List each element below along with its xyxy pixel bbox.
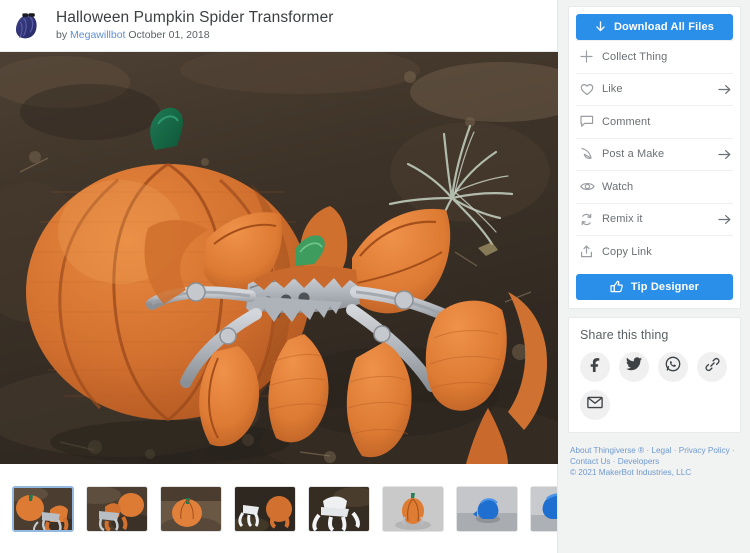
arrow-right-icon bbox=[718, 214, 731, 225]
post-a-make-row[interactable]: Post a Make bbox=[576, 137, 733, 171]
download-all-files-label: Download All Files bbox=[613, 21, 715, 33]
footer-link-legal[interactable]: Legal bbox=[651, 446, 671, 455]
share-twitter-button[interactable] bbox=[619, 351, 649, 382]
user-avatar-sunglasses-icon bbox=[15, 12, 37, 38]
footer-link-developers[interactable]: Developers bbox=[618, 457, 659, 466]
footer-sep: · bbox=[671, 445, 679, 455]
blue-print-closeup-thumb bbox=[531, 486, 557, 531]
avatar[interactable] bbox=[8, 6, 48, 46]
thumbnail-1[interactable] bbox=[86, 485, 148, 532]
pumpkin-and-spider-on-soil-thumb bbox=[14, 487, 72, 530]
byline-prefix: by bbox=[56, 29, 71, 41]
tip-designer-label: Tip Designer bbox=[630, 280, 700, 293]
share-upload-icon bbox=[580, 245, 602, 258]
facebook-icon bbox=[588, 357, 603, 377]
main-content-column: Halloween Pumpkin Spider Transformer by … bbox=[0, 0, 558, 553]
eye-icon bbox=[580, 181, 602, 192]
white-spider-and-pumpkin-thumb bbox=[235, 486, 295, 531]
like-row[interactable]: Like bbox=[576, 72, 733, 106]
footer-link-contact[interactable]: Contact Us bbox=[570, 457, 611, 466]
collect-thing-row[interactable]: Collect Thing bbox=[576, 40, 733, 73]
link-icon bbox=[704, 357, 720, 377]
email-icon bbox=[587, 396, 603, 414]
thingiverse-thing-page: Halloween Pumpkin Spider Transformer by … bbox=[0, 0, 750, 553]
site-footer: About Thingiverse ® · Legal · Privacy Po… bbox=[568, 441, 741, 478]
watch-label: Watch bbox=[602, 180, 634, 193]
download-arrow-icon bbox=[595, 21, 606, 33]
footer-link-about[interactable]: About Thingiverse ® bbox=[570, 446, 644, 455]
footer-sep: · bbox=[729, 445, 735, 455]
remix-it-label: Remix it bbox=[602, 213, 643, 226]
thumbnail-3[interactable] bbox=[234, 485, 296, 532]
share-link-button[interactable] bbox=[697, 351, 727, 382]
thumbnail-2[interactable] bbox=[160, 485, 222, 532]
author-link[interactable]: Megawillbot bbox=[70, 29, 125, 41]
share-facebook-button[interactable] bbox=[580, 351, 610, 382]
post-a-make-label: Post a Make bbox=[602, 148, 665, 161]
comment-row[interactable]: Comment bbox=[576, 105, 733, 138]
thumbs-up-icon bbox=[610, 280, 623, 293]
thumbnail-6[interactable] bbox=[456, 485, 518, 532]
tip-designer-wrapper: Tip Designer bbox=[576, 268, 733, 300]
spider-closeup-on-soil-thumb bbox=[87, 486, 147, 531]
heart-icon bbox=[580, 83, 602, 96]
share-email-button[interactable] bbox=[580, 389, 610, 420]
footer-link-privacy[interactable]: Privacy Policy bbox=[679, 446, 730, 455]
remix-refresh-icon bbox=[580, 213, 602, 226]
download-all-files-button[interactable]: Download All Files bbox=[576, 14, 733, 40]
closed-pumpkin-on-soil-thumb bbox=[161, 486, 221, 531]
publish-date: October 01, 2018 bbox=[128, 29, 210, 41]
arrow-right-icon bbox=[718, 84, 731, 95]
twitter-icon bbox=[626, 357, 642, 376]
remix-it-row[interactable]: Remix it bbox=[576, 202, 733, 236]
orange-pumpkin-studio-shot-thumb bbox=[383, 486, 443, 531]
thing-header: Halloween Pumpkin Spider Transformer by … bbox=[0, 0, 557, 52]
footer-copyright: © 2021 MakerBot Industries, LLC bbox=[570, 467, 692, 477]
share-card: Share this thing bbox=[568, 316, 741, 433]
thumbnail-5[interactable] bbox=[382, 485, 444, 532]
copy-link-label: Copy Link bbox=[602, 245, 652, 258]
like-label: Like bbox=[602, 83, 623, 96]
arrow-right-icon bbox=[718, 149, 731, 160]
thumbnail-strip[interactable] bbox=[0, 464, 557, 553]
thumbnail-0[interactable] bbox=[12, 485, 74, 532]
plus-icon bbox=[580, 50, 602, 63]
blue-print-on-gray-table-thumb bbox=[457, 486, 517, 531]
page-title: Halloween Pumpkin Spider Transformer bbox=[56, 9, 334, 26]
thumbnail-4[interactable] bbox=[308, 485, 370, 532]
header-text-block: Halloween Pumpkin Spider Transformer by … bbox=[56, 8, 334, 43]
share-icons bbox=[580, 351, 730, 420]
share-whatsapp-button[interactable] bbox=[658, 351, 688, 382]
thing-actions-card: Download All Files Collect Thing Like Co… bbox=[568, 6, 741, 309]
hero-image[interactable] bbox=[0, 52, 558, 464]
share-title: Share this thing bbox=[580, 327, 669, 342]
collect-thing-label: Collect Thing bbox=[602, 50, 668, 63]
watch-row[interactable]: Watch bbox=[576, 170, 733, 203]
copy-link-row[interactable]: Copy Link bbox=[576, 235, 733, 268]
thing-byline: by Megawillbot October 01, 2018 bbox=[56, 28, 334, 43]
comment-label: Comment bbox=[602, 115, 651, 128]
tip-designer-button[interactable]: Tip Designer bbox=[576, 273, 733, 300]
right-sidebar: Download All Files Collect Thing Like Co… bbox=[558, 0, 750, 553]
comment-bubble-icon bbox=[580, 115, 602, 128]
thumbnail-7[interactable] bbox=[530, 485, 557, 532]
pumpkin-spider-photo bbox=[0, 52, 558, 464]
whatsapp-icon bbox=[665, 356, 681, 377]
footer-sep: · bbox=[610, 456, 618, 466]
white-spider-transformer-thumb bbox=[309, 486, 369, 531]
camera-flash-icon bbox=[580, 147, 602, 161]
